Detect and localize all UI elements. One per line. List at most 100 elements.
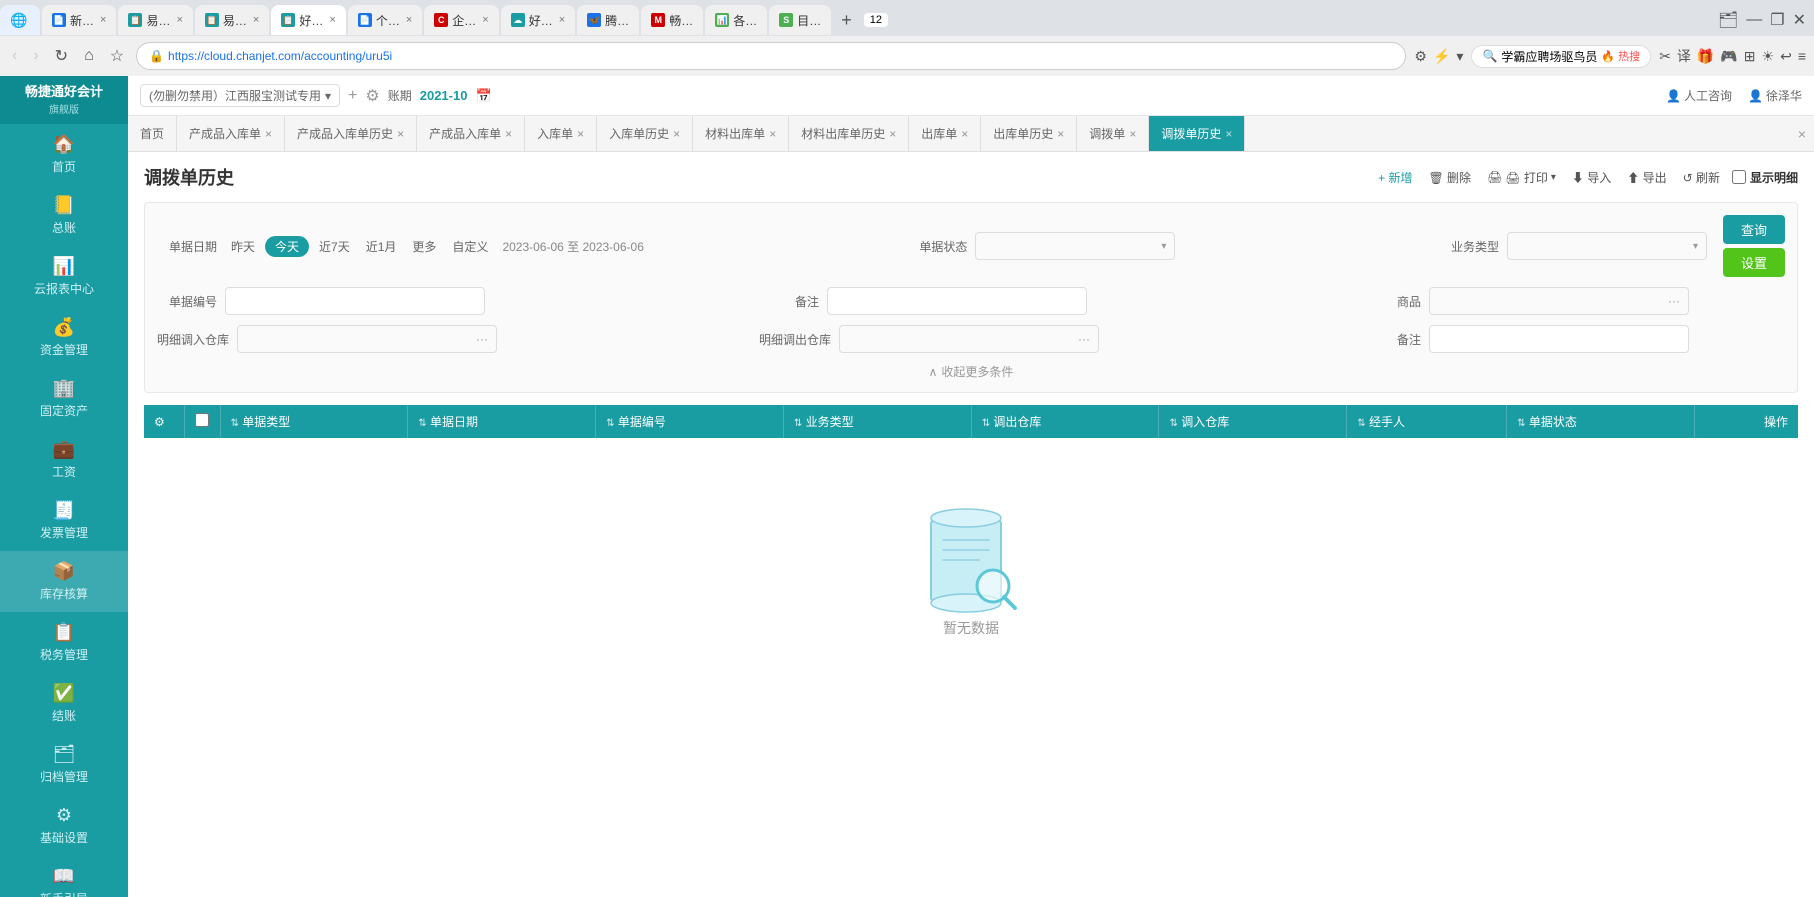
translate-icon[interactable]: 译 [1677, 46, 1691, 66]
detail-in-input[interactable]: ··· [237, 325, 497, 353]
remark2-input[interactable] [1429, 325, 1689, 353]
tab-close-in-history[interactable]: × [673, 127, 680, 141]
refresh-button-page[interactable]: ↺ 刷新 [1679, 167, 1724, 188]
sidebar-item-settle[interactable]: ✅ 结账 [0, 673, 128, 734]
th-operator[interactable]: ⇅ 经手人 [1347, 405, 1507, 438]
window-icon[interactable]: — [1746, 11, 1762, 29]
th-doc-number[interactable]: ⇅ 单据编号 [596, 405, 784, 438]
tab-transfer[interactable]: 调拨单 × [1077, 116, 1149, 152]
home-button[interactable]: ⌂ [80, 45, 98, 67]
tab-close-transfer-history[interactable]: × [1225, 127, 1232, 141]
sidebar-item-invoice[interactable]: 🧾 发票管理 [0, 490, 128, 551]
date-btn-custom[interactable]: 自定义 [446, 236, 494, 257]
business-type-select[interactable]: ▾ [1507, 232, 1707, 260]
gear-icon[interactable]: ⚙ [154, 415, 165, 429]
back-button[interactable]: ‹ [8, 45, 21, 67]
scissors-icon[interactable]: ✂ [1659, 48, 1671, 65]
browser-tab-3[interactable]: 📋 易… × [195, 5, 269, 35]
goods-input[interactable]: ··· [1429, 287, 1689, 315]
minimize-icon[interactable]: 🗂 [1718, 10, 1738, 30]
select-all-checkbox[interactable] [195, 413, 209, 427]
sidebar-item-assets[interactable]: 🏢 固定资产 [0, 368, 128, 429]
tab-close-product-in[interactable]: × [265, 127, 272, 141]
date-btn-today[interactable]: 今天 [265, 236, 309, 257]
tab-material-out-history[interactable]: 材料出库单历史 × [789, 116, 909, 152]
tab-home[interactable]: 首页 [128, 116, 177, 152]
tab-transfer-history[interactable]: 调拨单历史 × [1149, 116, 1245, 152]
export-button[interactable]: ⬆ 导出 [1623, 167, 1670, 188]
forward-button[interactable]: › [29, 45, 42, 67]
remark-input[interactable] [827, 287, 1087, 315]
sidebar-item-wages[interactable]: 💼 工资 [0, 429, 128, 490]
sidebar-item-tax[interactable]: 📋 税务管理 [0, 612, 128, 673]
maximize-icon[interactable]: ❐ [1770, 10, 1784, 30]
new-button[interactable]: + 新增 [1374, 167, 1416, 188]
browser-tab-8[interactable]: 🦋 腾… [577, 5, 639, 35]
browser-tab-6[interactable]: C 企… × [424, 5, 498, 35]
company-selector[interactable]: (勿删勿禁用）江西服宝测试专用 ▾ [140, 84, 340, 107]
extensions-icon[interactable]: ⚙ [1414, 48, 1427, 65]
detail-in-ellipsis[interactable]: ··· [476, 332, 488, 346]
tab-close-product-in2[interactable]: × [505, 127, 512, 141]
import-button[interactable]: ⬇ 导入 [1568, 167, 1615, 188]
th-doc-date[interactable]: ⇅ 单据日期 [408, 405, 596, 438]
th-settings[interactable]: ⚙ [144, 405, 184, 438]
sidebar-item-archive[interactable]: 🗂 归档管理 [0, 734, 128, 795]
close-window-icon[interactable]: ✕ [1793, 10, 1806, 30]
th-business-type[interactable]: ⇅ 业务类型 [783, 405, 971, 438]
th-doc-status[interactable]: ⇅ 单据状态 [1507, 405, 1695, 438]
game-icon[interactable]: 🎮 [1720, 48, 1737, 65]
url-bar[interactable]: 🔒 https://cloud.chanjet.com/accounting/u… [136, 42, 1406, 70]
refresh-button[interactable]: ↻ [51, 44, 72, 68]
browser-tab-11[interactable]: S 目… [769, 5, 831, 35]
browser-tab-5[interactable]: 📄 个… × [348, 5, 422, 35]
detail-out-input[interactable]: ··· [839, 325, 1099, 353]
th-in-warehouse[interactable]: ⇅ 调入仓库 [1159, 405, 1347, 438]
tab-in-history[interactable]: 入库单历史 × [597, 116, 693, 152]
sidebar-item-home[interactable]: 🏠 首页 [0, 124, 128, 185]
tab-close-material-out-history[interactable]: × [889, 127, 896, 141]
tab-close-out-order[interactable]: × [961, 127, 968, 141]
add-company-button[interactable]: + [348, 87, 357, 105]
dropdown-icon[interactable]: ▾ [1456, 48, 1463, 65]
tab-close-transfer[interactable]: × [1129, 127, 1136, 141]
browser-tab-7[interactable]: ☁ 好… × [501, 5, 575, 35]
detail-out-ellipsis[interactable]: ··· [1078, 332, 1090, 346]
sidebar-item-reports[interactable]: 📊 云报表中心 [0, 246, 128, 307]
tab-out-order[interactable]: 出库单 × [909, 116, 981, 152]
sidebar-item-funds[interactable]: 💰 资金管理 [0, 307, 128, 368]
doc-number-input[interactable] [225, 287, 485, 315]
tab-product-in2[interactable]: 产成品入库单 × [417, 116, 525, 152]
tab-product-in[interactable]: 产成品入库单 × [177, 116, 285, 152]
browser-tab-logo[interactable]: 🌐 [0, 5, 40, 35]
tab-in-order[interactable]: 入库单 × [525, 116, 597, 152]
user-avatar-btn[interactable]: 👤 徐泽华 [1748, 87, 1802, 104]
settings-gear-icon[interactable]: ⚙ [365, 86, 379, 106]
new-tab-button[interactable]: + [833, 10, 860, 31]
th-checkbox[interactable] [184, 405, 220, 438]
sun-icon[interactable]: ☀ [1762, 48, 1775, 65]
browser-tab-10[interactable]: 📊 各… [705, 5, 767, 35]
browser-tab-1[interactable]: 📄 新… × [42, 5, 116, 35]
sidebar-item-inventory[interactable]: 📦 库存核算 [0, 551, 128, 612]
print-button[interactable]: 🖨 🖨 打印 ▾ [1483, 167, 1560, 188]
settings-button[interactable]: 设置 [1723, 248, 1785, 277]
lightning-icon[interactable]: ⚡ [1433, 48, 1450, 65]
display-checkbox[interactable] [1732, 170, 1746, 184]
status-select[interactable]: ▾ [975, 232, 1175, 260]
date-btn-7days[interactable]: 近7天 [313, 236, 356, 257]
goods-ellipsis[interactable]: ··· [1668, 294, 1680, 308]
browser-tab-2[interactable]: 📋 易… × [118, 5, 192, 35]
tab-close-in-order[interactable]: × [577, 127, 584, 141]
search-bar[interactable]: 🔍 学霸应聘场驱鸟员 🔥 热搜 [1471, 45, 1651, 68]
tab-out-history[interactable]: 出库单历史 × [981, 116, 1077, 152]
th-out-warehouse[interactable]: ⇅ 调出仓库 [971, 405, 1159, 438]
browser-tab-4-active[interactable]: 📋 好… × [271, 5, 345, 35]
date-btn-1month[interactable]: 近1月 [360, 236, 403, 257]
close-all-tabs-button[interactable]: × [1790, 126, 1814, 142]
tab-close-material-out[interactable]: × [769, 127, 776, 141]
date-btn-yesterday[interactable]: 昨天 [225, 236, 261, 257]
print-dropdown-icon[interactable]: ▾ [1551, 172, 1556, 183]
browser-tab-9[interactable]: M 畅… [641, 5, 703, 35]
calendar-icon[interactable]: 📅 [475, 88, 491, 104]
